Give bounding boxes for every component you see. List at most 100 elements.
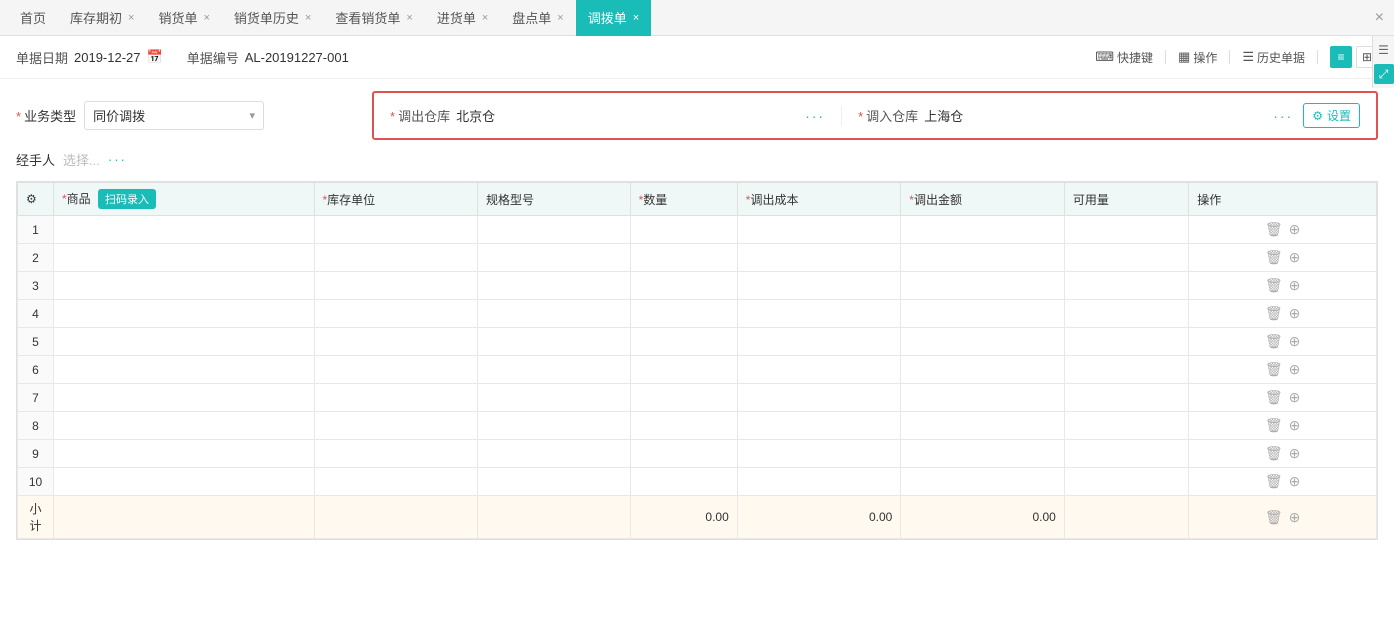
delete-icon[interactable]: 🗑 <box>1265 221 1283 238</box>
copy-icon[interactable]: ⊕ <box>1289 361 1301 378</box>
cell-available[interactable] <box>1064 468 1188 496</box>
cell-available[interactable] <box>1064 272 1188 300</box>
cell-unit[interactable] <box>314 216 478 244</box>
cell-product[interactable] <box>54 216 315 244</box>
shortcut-key-action[interactable]: ⌨ 快捷键 <box>1095 49 1153 66</box>
cell-unit[interactable] <box>314 356 478 384</box>
cell-available[interactable] <box>1064 384 1188 412</box>
cell-product[interactable] <box>54 300 315 328</box>
cell-unit[interactable] <box>314 300 478 328</box>
cell-qty[interactable] <box>630 244 737 272</box>
cell-cost[interactable] <box>737 300 901 328</box>
cell-unit[interactable] <box>314 468 478 496</box>
cell-qty[interactable] <box>630 300 737 328</box>
cell-amount[interactable] <box>901 272 1065 300</box>
sidebar-expand-icon[interactable]: ⤢ <box>1374 64 1394 84</box>
cell-available[interactable] <box>1064 440 1188 468</box>
cell-qty[interactable] <box>630 328 737 356</box>
delete-icon[interactable]: 🗑 <box>1265 389 1283 406</box>
cell-product[interactable] <box>54 440 315 468</box>
copy-icon[interactable]: ⊕ <box>1289 277 1301 294</box>
cell-unit[interactable] <box>314 272 478 300</box>
toolbar-lines-btn[interactable]: ≡ <box>1330 46 1352 68</box>
cell-cost[interactable] <box>737 356 901 384</box>
copy-icon[interactable]: ⊕ <box>1289 221 1301 238</box>
calendar-icon[interactable]: 📅 <box>147 49 163 65</box>
cell-amount[interactable] <box>901 328 1065 356</box>
tab-purchase-order[interactable]: 进货单 × <box>425 0 500 36</box>
cell-cost[interactable] <box>737 244 901 272</box>
cell-product[interactable] <box>54 244 315 272</box>
cell-unit[interactable] <box>314 384 478 412</box>
cell-spec[interactable] <box>478 384 631 412</box>
copy-icon[interactable]: ⊕ <box>1289 305 1301 322</box>
cell-qty[interactable] <box>630 440 737 468</box>
tab-close-transfer-order[interactable]: × <box>633 12 639 24</box>
cell-unit[interactable] <box>314 328 478 356</box>
cell-unit[interactable] <box>314 412 478 440</box>
cell-amount[interactable] <box>901 468 1065 496</box>
copy-icon[interactable]: ⊕ <box>1289 249 1301 266</box>
tab-close-inventory-count[interactable]: × <box>557 12 563 24</box>
business-type-select[interactable]: 同价调拨 ▾ <box>84 101 264 130</box>
cell-product[interactable] <box>54 412 315 440</box>
cell-available[interactable] <box>1064 412 1188 440</box>
cell-spec[interactable] <box>478 440 631 468</box>
cell-qty[interactable] <box>630 412 737 440</box>
cell-cost[interactable] <box>737 216 901 244</box>
history-action[interactable]: ☰ 历史单据 <box>1242 49 1305 66</box>
tab-sales-history[interactable]: 销货单历史 × <box>222 0 323 36</box>
delete-icon[interactable]: 🗑 <box>1265 473 1283 490</box>
cell-amount[interactable] <box>901 384 1065 412</box>
tab-close-inventory-init[interactable]: × <box>128 12 134 24</box>
th-settings[interactable]: ⚙ <box>18 183 54 216</box>
window-close-icon[interactable]: × <box>1375 9 1384 27</box>
tab-view-sales[interactable]: 查看销货单 × <box>323 0 424 36</box>
operator-dots[interactable]: ··· <box>108 152 127 167</box>
cell-cost[interactable] <box>737 328 901 356</box>
tab-close-sales-order[interactable]: × <box>203 12 209 24</box>
delete-icon[interactable]: 🗑 <box>1265 445 1283 462</box>
tab-close-view-sales[interactable]: × <box>406 12 412 24</box>
settings-button[interactable]: ⚙ 设置 <box>1303 103 1360 128</box>
cell-qty[interactable] <box>630 356 737 384</box>
copy-icon[interactable]: ⊕ <box>1289 333 1301 350</box>
operations-action[interactable]: ▦ 操作 <box>1178 49 1217 66</box>
cell-cost[interactable] <box>737 272 901 300</box>
cell-product[interactable] <box>54 384 315 412</box>
cell-available[interactable] <box>1064 244 1188 272</box>
cell-cost[interactable] <box>737 384 901 412</box>
tab-transfer-order[interactable]: 调拨单 × <box>576 0 651 36</box>
cell-unit[interactable] <box>314 440 478 468</box>
cell-qty[interactable] <box>630 468 737 496</box>
delete-icon[interactable]: 🗑 <box>1265 249 1283 266</box>
tab-home[interactable]: 首页 <box>8 0 58 36</box>
cell-product[interactable] <box>54 272 315 300</box>
operator-placeholder[interactable]: 选择... <box>63 150 100 169</box>
cell-cost[interactable] <box>737 412 901 440</box>
cell-cost[interactable] <box>737 440 901 468</box>
cell-available[interactable] <box>1064 328 1188 356</box>
tab-close-purchase-order[interactable]: × <box>482 12 488 24</box>
cell-product[interactable] <box>54 356 315 384</box>
cell-spec[interactable] <box>478 216 631 244</box>
cell-amount[interactable] <box>901 440 1065 468</box>
copy-icon[interactable]: ⊕ <box>1289 473 1301 490</box>
cell-available[interactable] <box>1064 300 1188 328</box>
cell-spec[interactable] <box>478 244 631 272</box>
cell-amount[interactable] <box>901 216 1065 244</box>
warehouse-in-dots[interactable]: ··· <box>1273 108 1293 124</box>
cell-qty[interactable] <box>630 272 737 300</box>
cell-amount[interactable] <box>901 412 1065 440</box>
delete-icon[interactable]: 🗑 <box>1265 277 1283 294</box>
cell-cost[interactable] <box>737 468 901 496</box>
tab-inventory-init[interactable]: 库存期初 × <box>58 0 146 36</box>
scan-btn[interactable]: 扫码录入 <box>98 189 156 209</box>
cell-amount[interactable] <box>901 244 1065 272</box>
cell-spec[interactable] <box>478 272 631 300</box>
warehouse-out-dots[interactable]: ··· <box>805 108 825 124</box>
cell-amount[interactable] <box>901 300 1065 328</box>
cell-available[interactable] <box>1064 216 1188 244</box>
cell-spec[interactable] <box>478 412 631 440</box>
tab-inventory-count[interactable]: 盘点单 × <box>500 0 575 36</box>
